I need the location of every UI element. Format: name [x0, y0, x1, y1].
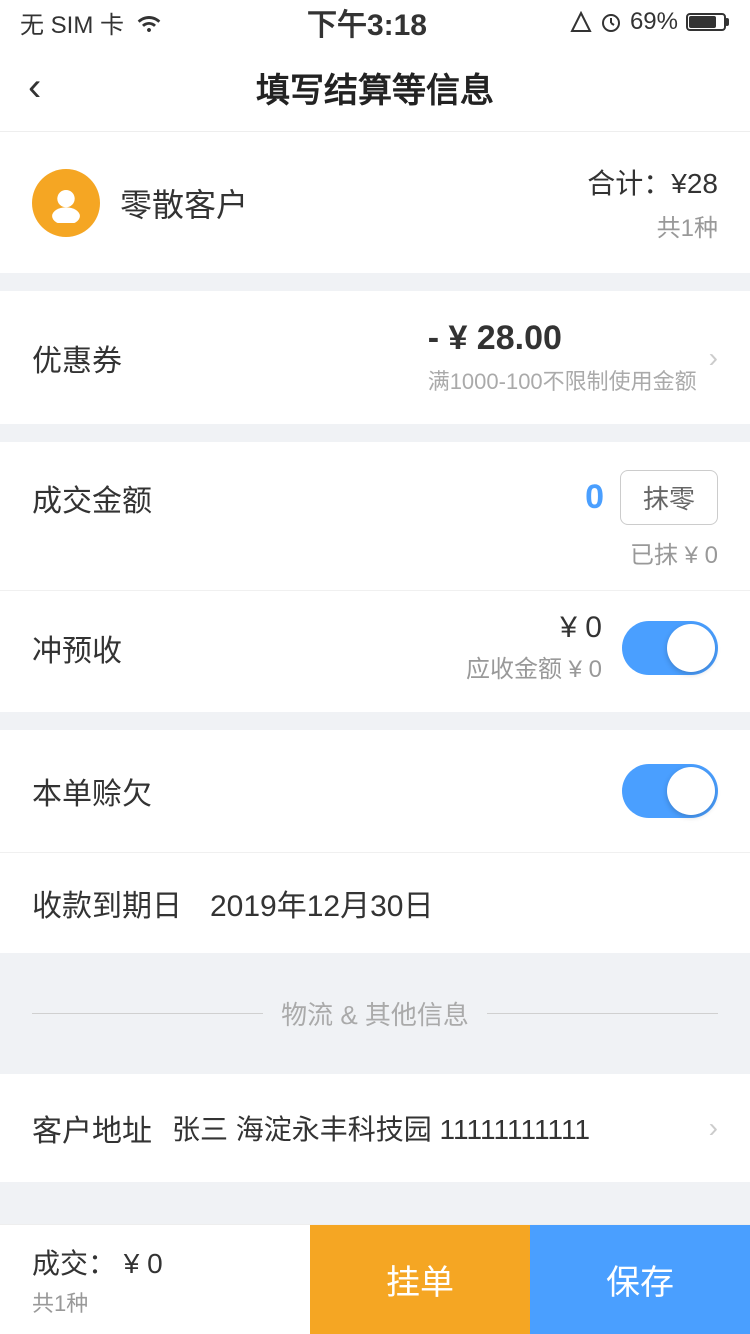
deal-value: 0: [585, 478, 604, 517]
debt-row: 本单赊欠: [0, 730, 750, 852]
coupon-chevron: ›: [709, 342, 718, 374]
bottom-bar: 成交： ¥ 0 共1种 挂单 保存: [0, 1224, 750, 1334]
address-row: 客户地址 张三 海淀永丰科技园 11111111111 ›: [0, 1074, 750, 1182]
battery-percent: 69%: [630, 8, 678, 36]
duedate-row: 收款到期日 2019年12月30日: [0, 852, 750, 953]
battery-icon: [686, 11, 730, 33]
hang-button[interactable]: 挂单: [310, 1225, 530, 1334]
total-count: 共1种: [587, 208, 718, 243]
prereceive-right: ¥ 0 应收金额 ¥ 0: [466, 611, 718, 684]
page-title: 填写结算等信息: [256, 63, 494, 112]
address-section[interactable]: 客户地址 张三 海淀永丰科技园 11111111111 ›: [0, 1074, 750, 1182]
user-icon: [46, 183, 86, 223]
status-bar: 无 SIM 卡 下午3:18 69%: [0, 0, 750, 44]
nav-bar: ‹ 填写结算等信息: [0, 44, 750, 132]
customer-right: 合计：¥28 共1种: [587, 162, 718, 243]
divider-line-left: [32, 1013, 263, 1014]
coupon-section[interactable]: 优惠券 - ¥ 28.00 满1000-100不限制使用金额 ›: [0, 291, 750, 424]
prereceive-toggle[interactable]: [622, 621, 718, 675]
logistics-label: 物流 & 其他信息: [281, 995, 469, 1032]
bottom-deal-value: ¥ 0: [124, 1248, 163, 1279]
bottom-deal-label: 成交：: [32, 1248, 116, 1279]
back-button[interactable]: ‹: [28, 65, 41, 110]
bottom-deal: 成交： ¥ 0: [32, 1242, 310, 1282]
status-left: 无 SIM 卡: [20, 5, 164, 40]
coupon-sub: 满1000-100不限制使用金额: [428, 364, 697, 396]
logistics-divider: 物流 & 其他信息: [0, 971, 750, 1056]
avatar: [32, 169, 100, 237]
alarm-icon: [600, 11, 622, 33]
prereceive-vals: ¥ 0 应收金额 ¥ 0: [466, 611, 602, 684]
coupon-right: - ¥ 28.00 满1000-100不限制使用金额 ›: [428, 319, 718, 396]
bottom-count: 共1种: [32, 1286, 310, 1318]
address-chevron: ›: [709, 1112, 718, 1144]
logistics-section: 物流 & 其他信息: [0, 971, 750, 1056]
address-label: 客户地址: [32, 1106, 152, 1150]
duedate-label: 收款到期日: [32, 881, 182, 925]
address-value: 张三 海淀永丰科技园 11111111111: [152, 1108, 709, 1148]
sim-status: 无 SIM 卡: [20, 5, 124, 40]
status-right: 69%: [570, 8, 730, 36]
save-button[interactable]: 保存: [530, 1225, 750, 1334]
prereceive-row: 冲预收 ¥ 0 应收金额 ¥ 0: [0, 590, 750, 712]
divider-line-right: [487, 1013, 718, 1014]
status-time: 下午3:18: [307, 0, 427, 44]
debt-toggle[interactable]: [622, 764, 718, 818]
coupon-label: 优惠券: [32, 336, 122, 380]
customer-name: 零散客户: [120, 180, 248, 226]
duedate-value: 2019年12月30日: [210, 881, 433, 925]
deal-value-group: 0 抹零: [585, 470, 718, 525]
amount-section: 成交金额 0 抹零 已抹 ¥ 0 冲预收 ¥ 0 应收金额 ¥ 0: [0, 442, 750, 712]
deal-amount-label: 成交金额: [32, 476, 152, 520]
deal-amount-row: 成交金额 0 抹零: [0, 442, 750, 535]
prereceive-label: 冲预收: [32, 626, 122, 670]
location-icon: [570, 11, 592, 33]
debt-label: 本单赊欠: [32, 769, 152, 813]
wifi-icon: [134, 11, 164, 33]
prereceive-sub: 应收金额 ¥ 0: [466, 649, 602, 684]
coupon-amount: - ¥ 28.00: [428, 319, 697, 358]
customer-section: 零散客户 合计：¥28 共1种: [0, 132, 750, 273]
bottom-info: 成交： ¥ 0 共1种: [0, 1242, 310, 1318]
round-zero-button[interactable]: 抹零: [620, 470, 718, 525]
debt-section: 本单赊欠 收款到期日 2019年12月30日: [0, 730, 750, 953]
debt-toggle-knob: [667, 767, 715, 815]
deal-sub: 已抹 ¥ 0: [0, 535, 750, 590]
total-label: 合计：¥28: [587, 162, 718, 202]
customer-left: 零散客户: [32, 169, 248, 237]
toggle-knob: [667, 624, 715, 672]
prereceive-amount: ¥ 0: [466, 611, 602, 645]
